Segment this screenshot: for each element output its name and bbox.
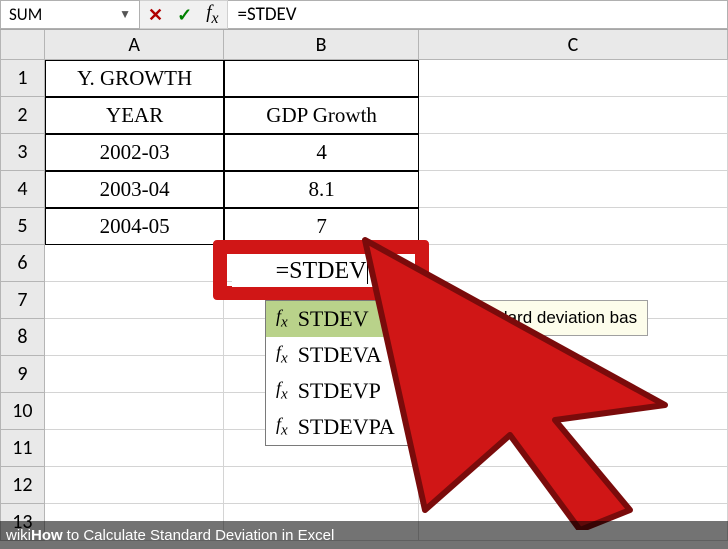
cell-A12[interactable] (45, 467, 225, 504)
autocomplete-item-stdevpa[interactable]: fx STDEVPA (266, 409, 459, 445)
row-3: 3 2002-03 4 (0, 134, 728, 171)
col-header-C[interactable]: C (419, 30, 728, 60)
cell-C5[interactable] (419, 208, 728, 245)
row-header[interactable]: 1 (0, 60, 45, 97)
col-header-A[interactable]: A (45, 30, 225, 60)
confirm-icon[interactable]: ✓ (177, 4, 192, 26)
cell-C12[interactable] (419, 467, 728, 504)
row-5: 5 2004-05 7 (0, 208, 728, 245)
cell-A2[interactable]: YEAR (45, 97, 225, 134)
chevron-down-icon[interactable]: ▼ (119, 7, 131, 22)
name-box[interactable]: SUM ▼ (0, 0, 140, 29)
formula-bar-row: SUM ▼ ✕ ✓ fx =STDEV (0, 0, 728, 30)
formula-bar-value: =STDEV (238, 3, 297, 26)
active-cell-editor[interactable]: =STDEV (232, 255, 412, 287)
cell-B3[interactable]: 4 (224, 134, 418, 171)
row-header[interactable]: 9 (0, 356, 45, 393)
cell-C11[interactable] (419, 430, 728, 467)
cell-C2[interactable] (419, 97, 728, 134)
cell-A9[interactable] (45, 356, 225, 393)
cell-B1[interactable] (224, 60, 418, 97)
row-header[interactable]: 11 (0, 430, 45, 467)
fx-icon: fx (276, 378, 288, 404)
autocomplete-label: STDEVA (298, 342, 382, 368)
cell-A5[interactable]: 2004-05 (45, 208, 225, 245)
cell-C1[interactable] (419, 60, 728, 97)
autocomplete-label: STDEV (298, 306, 369, 332)
watermark-footer: wikiHow to Calculate Standard Deviation … (0, 521, 728, 549)
row-1: 1 Y. GROWTH (0, 60, 728, 97)
cell-A7[interactable] (45, 282, 225, 319)
col-header-B[interactable]: B (224, 30, 418, 60)
cell-B4[interactable]: 8.1 (224, 171, 418, 208)
editing-value: =STDEV (276, 258, 367, 285)
row-2: 2 YEAR GDP Growth (0, 97, 728, 134)
name-box-value: SUM (9, 4, 119, 25)
brand-how: How (31, 527, 63, 544)
formula-bar[interactable]: =STDEV (228, 0, 728, 29)
row-header[interactable]: 3 (0, 134, 45, 171)
cell-C4[interactable] (419, 171, 728, 208)
row-12: 12 (0, 467, 728, 504)
row-4: 4 2003-04 8.1 (0, 171, 728, 208)
cell-B5[interactable]: 7 (224, 208, 418, 245)
formula-buttons: ✕ ✓ fx (140, 0, 228, 29)
fx-icon: fx (276, 342, 288, 368)
row-header[interactable]: 4 (0, 171, 45, 208)
function-autocomplete: fx STDEV fx STDEVA fx STDEVP fx STDEVPA (265, 300, 460, 446)
fx-icon: fx (276, 306, 288, 332)
autocomplete-item-stdevp[interactable]: fx STDEVP (266, 373, 459, 409)
cancel-icon[interactable]: ✕ (148, 4, 163, 26)
cell-C6[interactable] (419, 245, 728, 282)
fx-icon[interactable]: fx (206, 2, 218, 28)
brand-wiki: wiki (6, 527, 31, 544)
cell-B2[interactable]: GDP Growth (224, 97, 418, 134)
row-header[interactable]: 12 (0, 467, 45, 504)
row-header[interactable]: 10 (0, 393, 45, 430)
cell-C3[interactable] (419, 134, 728, 171)
cell-A6[interactable] (45, 245, 225, 282)
autocomplete-item-stdeva[interactable]: fx STDEVA (266, 337, 459, 373)
cell-B12[interactable] (224, 467, 418, 504)
cell-A8[interactable] (45, 319, 225, 356)
cell-A4[interactable]: 2003-04 (45, 171, 225, 208)
function-tooltip: standard deviation bas (455, 300, 648, 336)
cell-A3[interactable]: 2002-03 (45, 134, 225, 171)
row-header[interactable]: 5 (0, 208, 45, 245)
autocomplete-label: STDEVP (298, 378, 381, 404)
row-header[interactable]: 8 (0, 319, 45, 356)
footer-title: to Calculate Standard Deviation in Excel (67, 527, 335, 544)
cell-A11[interactable] (45, 430, 225, 467)
select-all-corner[interactable] (0, 30, 45, 60)
autocomplete-item-stdev[interactable]: fx STDEV (266, 301, 459, 337)
text-caret (367, 258, 368, 284)
cell-C9[interactable] (419, 356, 728, 393)
row-header[interactable]: 2 (0, 97, 45, 134)
cell-C10[interactable] (419, 393, 728, 430)
row-header[interactable]: 7 (0, 282, 45, 319)
cell-A10[interactable] (45, 393, 225, 430)
row-header[interactable]: 6 (0, 245, 45, 282)
cell-A1[interactable]: Y. GROWTH (45, 60, 225, 97)
fx-icon: fx (276, 414, 288, 440)
autocomplete-label: STDEVPA (298, 414, 395, 440)
column-header-row: A B C (0, 30, 728, 60)
